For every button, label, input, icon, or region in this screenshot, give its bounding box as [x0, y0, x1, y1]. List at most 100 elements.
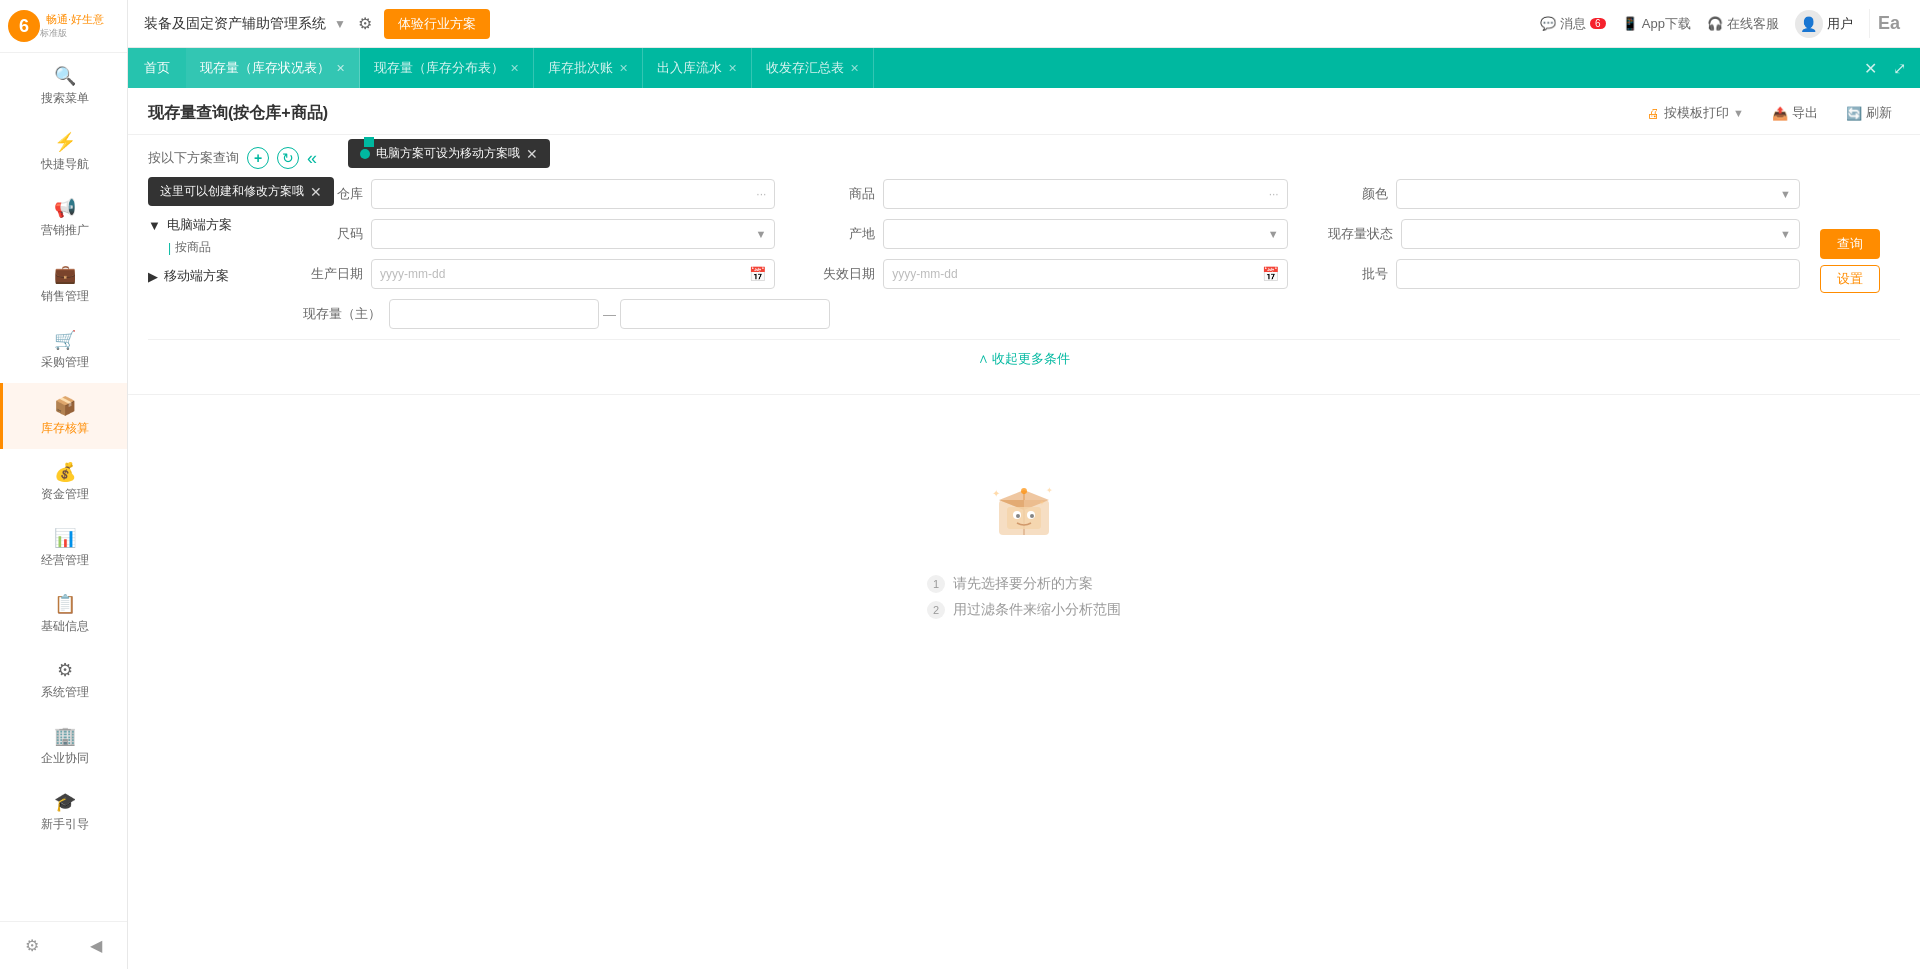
origin-label: 产地 — [815, 225, 875, 243]
more-conditions-icon: ∧ — [978, 351, 989, 366]
sidebar-item-search[interactable]: 🔍 搜索菜单 — [0, 53, 127, 119]
sidebar-label-basic: 基础信息 — [41, 618, 89, 635]
system-title: 装备及固定资产辅助管理系统 — [144, 15, 326, 33]
sidebar-item-guide[interactable]: 🎓 新手引导 — [0, 779, 127, 845]
warehouse-select[interactable]: ··· — [371, 179, 775, 209]
sidebar-item-system[interactable]: ⚙ 系统管理 — [0, 647, 127, 713]
size-arrow: ▼ — [755, 228, 766, 240]
color-select[interactable]: ▼ — [1396, 179, 1800, 209]
expiry-date-input[interactable]: yyyy-mm-dd 📅 — [883, 259, 1287, 289]
refresh-btn[interactable]: 🔄 刷新 — [1838, 100, 1900, 126]
tab-expand-btn[interactable]: ⤢ — [1887, 57, 1912, 80]
filter-section: 按以下方案查询 + ↻ « 电脑方案可设为移动方案哦 ✕ — [128, 135, 1920, 395]
tooltip1-dot — [360, 149, 370, 159]
sidebar-item-finance[interactable]: 💰 资金管理 — [0, 449, 127, 515]
filter-refresh-btn[interactable]: ↻ — [277, 147, 299, 169]
sidebar-label-inventory: 库存核算 — [41, 420, 89, 437]
sidebar-item-quick[interactable]: ⚡ 快捷导航 — [0, 119, 127, 185]
tab-home[interactable]: 首页 — [128, 48, 186, 88]
goods-select[interactable]: ··· — [883, 179, 1287, 209]
tooltip2: 这里可以创建和修改方案哦 ✕ — [148, 177, 334, 206]
sidebar-item-inventory[interactable]: 📦 库存核算 — [0, 383, 127, 449]
tab-inout-close[interactable]: ✕ — [728, 63, 737, 74]
filter-header: 按以下方案查询 + ↻ « 电脑方案可设为移动方案哦 ✕ — [148, 147, 1900, 169]
field-size: 尺码 ▼ — [303, 219, 775, 249]
tab-inventory-status-close[interactable]: ✕ — [336, 63, 345, 74]
sidebar-item-marketing[interactable]: 📢 营销推广 — [0, 185, 127, 251]
filter-add-btn[interactable]: + — [247, 147, 269, 169]
collapse-button[interactable]: ◀ — [86, 932, 106, 959]
stock-main-to[interactable] — [620, 299, 830, 329]
user-item[interactable]: 👤 用户 — [1795, 10, 1853, 38]
scheme-pc[interactable]: ▼ 电脑端方案 — [148, 213, 303, 237]
stock-main-range: — — [389, 299, 830, 329]
range-separator: — — [603, 307, 616, 322]
tab-inventory-dist[interactable]: 现存量（库存分布表） ✕ — [360, 48, 534, 88]
sidebar-item-sales[interactable]: 💼 销售管理 — [0, 251, 127, 317]
tab-inventory-dist-label: 现存量（库存分布表） — [374, 59, 504, 77]
page-container: 现存量查询(按仓库+商品) 🖨 按模板打印 ▼ 📤 导出 🔄 刷新 — [128, 88, 1920, 969]
scheme-pc-child[interactable]: | 按商品 — [168, 237, 303, 258]
page-actions: 🖨 按模板打印 ▼ 📤 导出 🔄 刷新 — [1639, 100, 1900, 126]
print-btn[interactable]: 🖨 按模板打印 ▼ — [1639, 100, 1752, 126]
tab-inventory-status[interactable]: 现存量（库存状况表） ✕ — [186, 48, 360, 88]
scheme-mobile[interactable]: ▶ 移动端方案 — [148, 264, 303, 288]
system-icon: ⚙ — [57, 659, 73, 681]
stock-main-from[interactable] — [389, 299, 599, 329]
tab-summary[interactable]: 收发存汇总表 ✕ — [752, 48, 874, 88]
sidebar-label-finance: 资金管理 — [41, 486, 89, 503]
export-label: 导出 — [1792, 104, 1818, 122]
settings-button[interactable]: ⚙ — [21, 932, 43, 959]
tab-close-all-btn[interactable]: ✕ — [1858, 57, 1883, 80]
tooltip1-close[interactable]: ✕ — [526, 146, 538, 162]
field-color: 颜色 ▼ — [1328, 179, 1800, 209]
stock-status-arrow: ▼ — [1780, 228, 1791, 240]
sidebar-item-enterprise[interactable]: 🏢 企业协同 — [0, 713, 127, 779]
finance-icon: 💰 — [54, 461, 76, 483]
tab-batch[interactable]: 库存批次账 ✕ — [534, 48, 643, 88]
expiry-date-label: 失效日期 — [815, 265, 875, 283]
search-icon: 🔍 — [54, 65, 76, 87]
tab-summary-close[interactable]: ✕ — [850, 63, 859, 74]
goods-label: 商品 — [815, 185, 875, 203]
messages-item[interactable]: 💬 消息 6 — [1540, 15, 1606, 33]
app-download-label: App下载 — [1642, 15, 1691, 33]
stock-status-select[interactable]: ▼ — [1401, 219, 1800, 249]
filter-back-btn[interactable]: « — [307, 148, 317, 169]
user-label: 用户 — [1827, 15, 1853, 33]
trial-btn[interactable]: 体验行业方案 — [384, 9, 490, 39]
sidebar-item-operation[interactable]: 📊 经营管理 — [0, 515, 127, 581]
empty-num-1: 1 — [927, 575, 945, 593]
tab-inventory-dist-close[interactable]: ✕ — [510, 63, 519, 74]
header-left: 装备及固定资产辅助管理系统 ▼ ⚙ 体验行业方案 — [144, 9, 490, 39]
origin-select[interactable]: ▼ — [883, 219, 1287, 249]
tab-batch-close[interactable]: ✕ — [619, 63, 628, 74]
guide-icon: 🎓 — [54, 791, 76, 813]
header-settings-icon[interactable]: ⚙ — [354, 10, 376, 37]
sidebar-item-purchase[interactable]: 🛒 采购管理 — [0, 317, 127, 383]
filter-row1: 仓库 ··· 商品 ··· — [303, 179, 1900, 209]
operation-icon: 📊 — [54, 527, 76, 549]
export-btn[interactable]: 📤 导出 — [1764, 100, 1826, 126]
tooltip2-close[interactable]: ✕ — [310, 184, 322, 200]
search-btn[interactable]: 查询 — [1820, 229, 1880, 259]
sidebar-nav: 🔍 搜索菜单 ⚡ 快捷导航 📢 营销推广 💼 销售管理 🛒 采购管理 📦 库存核… — [0, 53, 127, 921]
ea-text: Ea — [1869, 9, 1904, 38]
app-download-item[interactable]: 📱 App下载 — [1622, 15, 1691, 33]
sidebar-item-basic[interactable]: 📋 基础信息 — [0, 581, 127, 647]
reset-btn[interactable]: 设置 — [1820, 265, 1880, 293]
warehouse-dots: ··· — [756, 187, 766, 201]
connector-dot1 — [364, 137, 374, 147]
tab-batch-label: 库存批次账 — [548, 59, 613, 77]
online-support-item[interactable]: 🎧 在线客服 — [1707, 15, 1779, 33]
scheme-pc-label: 电脑端方案 — [167, 216, 232, 234]
more-conditions[interactable]: ∧ 收起更多条件 — [148, 339, 1900, 378]
content-area: 现存量查询(按仓库+商品) 🖨 按模板打印 ▼ 📤 导出 🔄 刷新 — [128, 88, 1920, 969]
tab-inout[interactable]: 出入库流水 ✕ — [643, 48, 752, 88]
size-select[interactable]: ▼ — [371, 219, 775, 249]
scheme-mobile-label: 移动端方案 — [164, 267, 229, 285]
empty-icon-svg: ✦ ✦ ✦ — [974, 455, 1074, 555]
stock-status-label: 现存量状态 — [1328, 225, 1393, 243]
production-date-input[interactable]: yyyy-mm-dd 📅 — [371, 259, 775, 289]
batch-no-input[interactable] — [1396, 259, 1800, 289]
